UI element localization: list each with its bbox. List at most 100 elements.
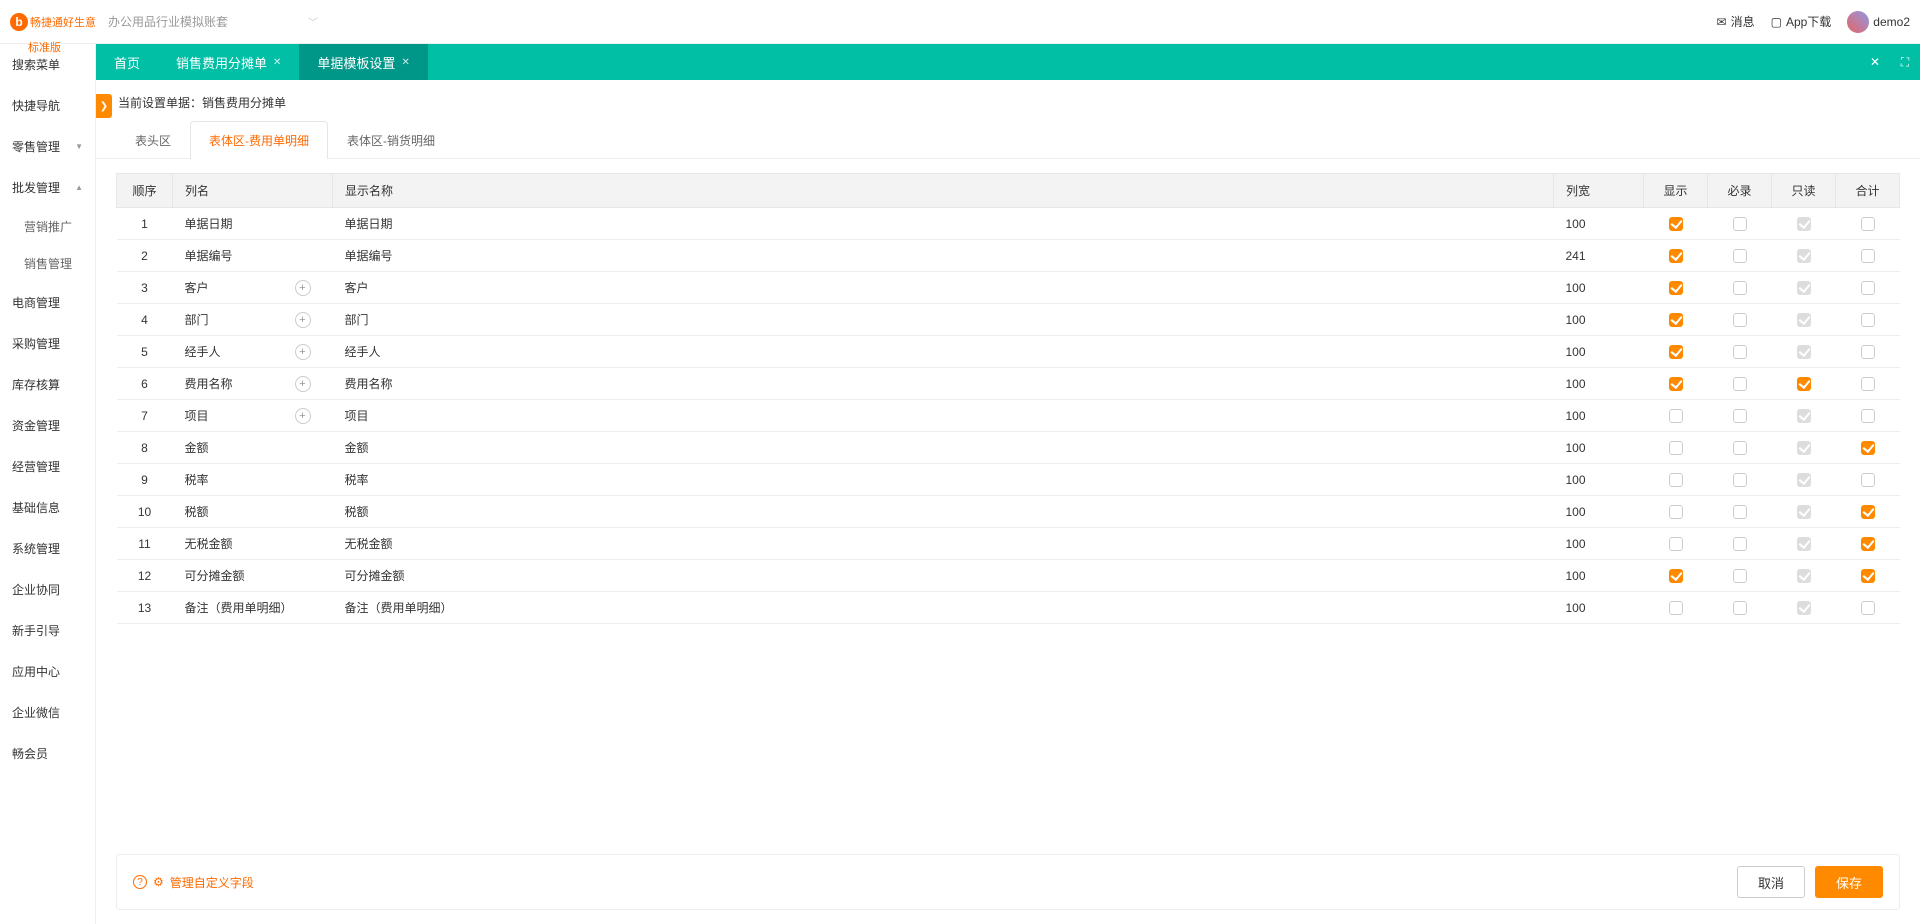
checkbox-total[interactable] bbox=[1861, 569, 1875, 583]
checkbox-required[interactable] bbox=[1733, 281, 1747, 295]
checkbox-show[interactable] bbox=[1669, 281, 1683, 295]
logo[interactable]: b 畅捷通好生意 标准版 bbox=[10, 13, 98, 31]
checkbox-total[interactable] bbox=[1861, 409, 1875, 423]
checkbox-show[interactable] bbox=[1669, 505, 1683, 519]
sidebar-item-13[interactable]: 应用中心 bbox=[0, 651, 95, 692]
checkbox-show[interactable] bbox=[1669, 345, 1683, 359]
checkbox-total[interactable] bbox=[1861, 505, 1875, 519]
checkbox-required[interactable] bbox=[1733, 249, 1747, 263]
checkbox-total[interactable] bbox=[1861, 537, 1875, 551]
checkbox-required[interactable] bbox=[1733, 313, 1747, 327]
cell-display-name[interactable]: 备注（费用单明细） bbox=[333, 592, 1554, 624]
checkbox-total[interactable] bbox=[1861, 601, 1875, 615]
checkbox-total[interactable] bbox=[1861, 217, 1875, 231]
custom-fields-link[interactable]: ? ⚙ 管理自定义字段 bbox=[133, 874, 254, 891]
section-tab-2[interactable]: 表体区-销货明细 bbox=[328, 121, 454, 159]
plus-icon[interactable]: + bbox=[295, 344, 311, 360]
checkbox-show[interactable] bbox=[1669, 377, 1683, 391]
checkbox-required[interactable] bbox=[1733, 473, 1747, 487]
checkbox-required[interactable] bbox=[1733, 537, 1747, 551]
cell-display-name[interactable]: 项目 bbox=[333, 400, 1554, 432]
cell-width[interactable]: 100 bbox=[1554, 496, 1644, 528]
sidebar-item-15[interactable]: 畅会员 bbox=[0, 733, 95, 774]
sidebar-item-3[interactable]: 批发管理▲ bbox=[0, 167, 95, 208]
cell-width[interactable]: 100 bbox=[1554, 304, 1644, 336]
close-all-tabs-button[interactable]: ✕ bbox=[1860, 44, 1890, 80]
checkbox-required[interactable] bbox=[1733, 441, 1747, 455]
app-download-button[interactable]: ▢ App下载 bbox=[1771, 13, 1832, 30]
checkbox-show[interactable] bbox=[1669, 569, 1683, 583]
checkbox-show[interactable] bbox=[1669, 441, 1683, 455]
save-button[interactable]: 保存 bbox=[1815, 866, 1883, 898]
sidebar-item-14[interactable]: 企业微信 bbox=[0, 692, 95, 733]
tab-0[interactable]: 首页 bbox=[96, 44, 158, 80]
sidebar-item-10[interactable]: 系统管理 bbox=[0, 528, 95, 569]
sidebar-sub-3-0[interactable]: 营销推广 bbox=[0, 208, 95, 245]
sidebar-item-8[interactable]: 经营管理 bbox=[0, 446, 95, 487]
cell-display-name[interactable]: 费用名称 bbox=[333, 368, 1554, 400]
checkbox-total[interactable] bbox=[1861, 281, 1875, 295]
cell-width[interactable]: 100 bbox=[1554, 464, 1644, 496]
cell-width[interactable]: 100 bbox=[1554, 432, 1644, 464]
checkbox-readonly[interactable] bbox=[1797, 377, 1811, 391]
checkbox-total[interactable] bbox=[1861, 345, 1875, 359]
checkbox-required[interactable] bbox=[1733, 505, 1747, 519]
checkbox-required[interactable] bbox=[1733, 409, 1747, 423]
sidebar-item-5[interactable]: 采购管理 bbox=[0, 323, 95, 364]
plus-icon[interactable]: + bbox=[295, 312, 311, 328]
close-icon[interactable]: ✕ bbox=[273, 57, 281, 68]
messages-button[interactable]: ✉ 消息 bbox=[1717, 13, 1755, 30]
checkbox-required[interactable] bbox=[1733, 377, 1747, 391]
cell-display-name[interactable]: 无税金额 bbox=[333, 528, 1554, 560]
checkbox-show[interactable] bbox=[1669, 249, 1683, 263]
cell-width[interactable]: 100 bbox=[1554, 528, 1644, 560]
cell-display-name[interactable]: 可分摊金额 bbox=[333, 560, 1554, 592]
checkbox-total[interactable] bbox=[1861, 249, 1875, 263]
cell-width[interactable]: 100 bbox=[1554, 208, 1644, 240]
sidebar-item-12[interactable]: 新手引导 bbox=[0, 610, 95, 651]
tenant-select[interactable]: 办公用品行业模拟账套 ﹀ bbox=[108, 13, 318, 30]
collapse-handle[interactable]: ❯ bbox=[96, 94, 112, 118]
checkbox-show[interactable] bbox=[1669, 217, 1683, 231]
sidebar-item-7[interactable]: 资金管理 bbox=[0, 405, 95, 446]
plus-icon[interactable]: + bbox=[295, 376, 311, 392]
plus-icon[interactable]: + bbox=[295, 408, 311, 424]
checkbox-required[interactable] bbox=[1733, 601, 1747, 615]
tab-2[interactable]: 单据模板设置✕ bbox=[299, 44, 427, 80]
checkbox-show[interactable] bbox=[1669, 473, 1683, 487]
cell-display-name[interactable]: 单据日期 bbox=[333, 208, 1554, 240]
fullscreen-button[interactable]: ⛶ bbox=[1890, 44, 1920, 80]
checkbox-show[interactable] bbox=[1669, 537, 1683, 551]
checkbox-required[interactable] bbox=[1733, 217, 1747, 231]
sidebar-item-6[interactable]: 库存核算 bbox=[0, 364, 95, 405]
sidebar-item-2[interactable]: 零售管理▼ bbox=[0, 126, 95, 167]
checkbox-show[interactable] bbox=[1669, 313, 1683, 327]
sidebar-sub-3-1[interactable]: 销售管理 bbox=[0, 245, 95, 282]
plus-icon[interactable]: + bbox=[295, 280, 311, 296]
cell-width[interactable]: 100 bbox=[1554, 592, 1644, 624]
checkbox-required[interactable] bbox=[1733, 569, 1747, 583]
user-menu[interactable]: demo2 bbox=[1847, 11, 1910, 33]
cell-width[interactable]: 100 bbox=[1554, 272, 1644, 304]
section-tab-0[interactable]: 表头区 bbox=[116, 121, 190, 159]
cell-display-name[interactable]: 税率 bbox=[333, 464, 1554, 496]
checkbox-total[interactable] bbox=[1861, 313, 1875, 327]
sidebar-item-11[interactable]: 企业协同 bbox=[0, 569, 95, 610]
cell-width[interactable]: 241 bbox=[1554, 240, 1644, 272]
cell-display-name[interactable]: 经手人 bbox=[333, 336, 1554, 368]
section-tab-1[interactable]: 表体区-费用单明细 bbox=[190, 121, 328, 159]
cell-width[interactable]: 100 bbox=[1554, 336, 1644, 368]
sidebar-item-1[interactable]: 快捷导航 bbox=[0, 85, 95, 126]
sidebar-item-9[interactable]: 基础信息 bbox=[0, 487, 95, 528]
close-icon[interactable]: ✕ bbox=[401, 57, 409, 68]
cell-display-name[interactable]: 客户 bbox=[333, 272, 1554, 304]
cell-display-name[interactable]: 金额 bbox=[333, 432, 1554, 464]
tab-1[interactable]: 销售费用分摊单✕ bbox=[158, 44, 299, 80]
checkbox-total[interactable] bbox=[1861, 377, 1875, 391]
cell-width[interactable]: 100 bbox=[1554, 400, 1644, 432]
checkbox-required[interactable] bbox=[1733, 345, 1747, 359]
sidebar-item-4[interactable]: 电商管理 bbox=[0, 282, 95, 323]
checkbox-show[interactable] bbox=[1669, 409, 1683, 423]
checkbox-total[interactable] bbox=[1861, 473, 1875, 487]
cell-display-name[interactable]: 税额 bbox=[333, 496, 1554, 528]
